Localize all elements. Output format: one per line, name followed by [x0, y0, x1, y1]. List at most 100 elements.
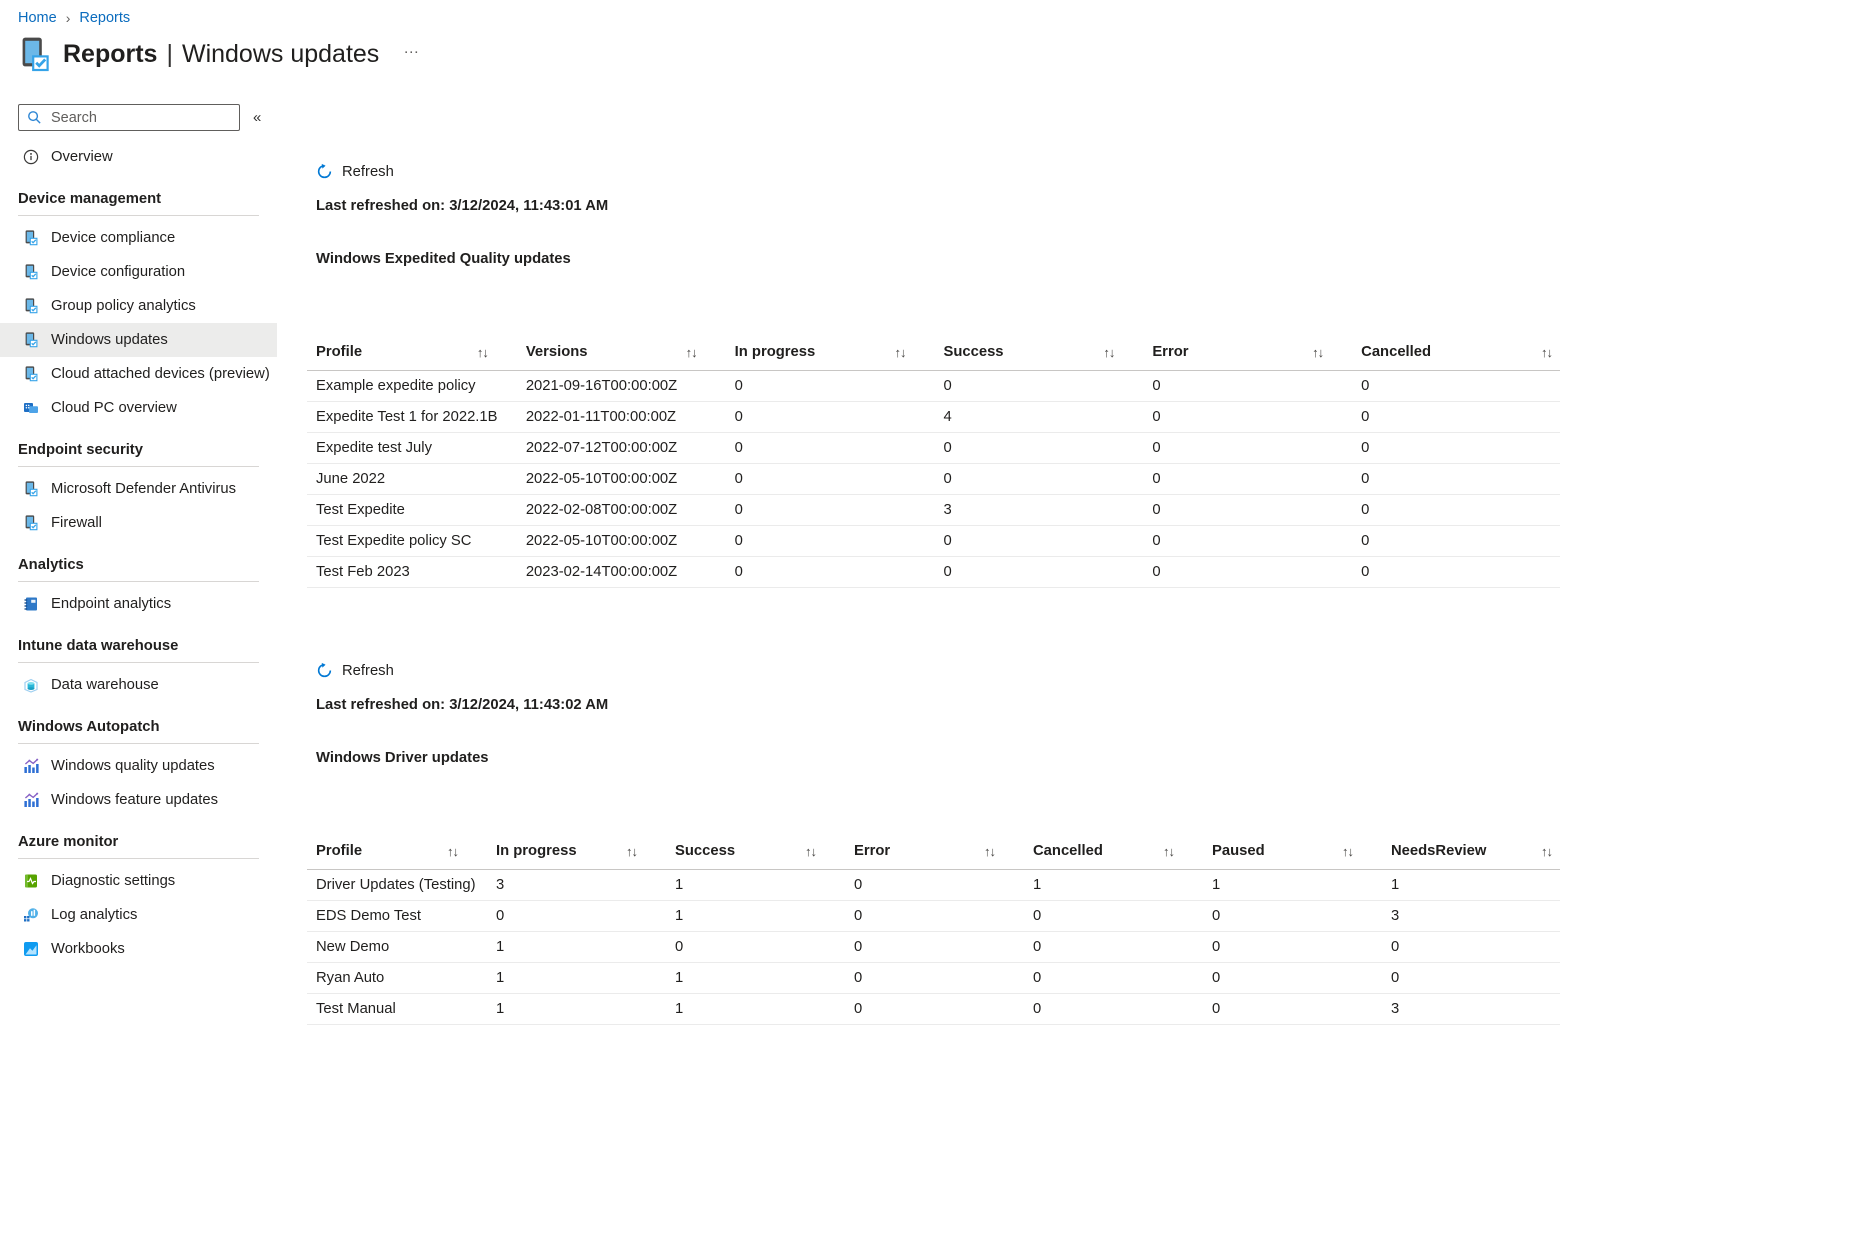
table-row: Example expedite policy2021-09-16T00:00:…	[307, 371, 1560, 402]
column-header-success[interactable]: Success↑↓	[665, 833, 844, 870]
sidebar-item-group-policy-analytics[interactable]: Group policy analytics	[0, 289, 277, 323]
sort-icon[interactable]: ↑↓	[686, 345, 697, 360]
search-input[interactable]	[49, 109, 240, 127]
table-title: Windows Driver updates	[316, 750, 1560, 766]
value-cell: 0	[1351, 402, 1560, 433]
last-refreshed-text: Last refreshed on: 3/12/2024, 11:43:02 A…	[316, 697, 1560, 713]
column-header-success[interactable]: Success ↑↓	[933, 334, 1142, 371]
value-cell: 0	[844, 932, 1023, 963]
column-header-label: NeedsReview	[1391, 843, 1486, 859]
column-header-profile[interactable]: Profile↑↓	[307, 833, 486, 870]
profile-cell: Driver Updates (Testing)	[307, 870, 486, 901]
profile-cell: New Demo	[307, 932, 486, 963]
sort-icon[interactable]: ↑↓	[1342, 844, 1353, 859]
column-header-cancelled[interactable]: Cancelled↑↓	[1023, 833, 1202, 870]
sidebar-item-windows-updates[interactable]: Windows updates	[0, 323, 277, 357]
sidebar-item-cloud-attached-devices-preview[interactable]: Cloud attached devices (preview)	[0, 357, 277, 391]
value-cell: 3	[1381, 994, 1560, 1025]
value-cell: 0	[1351, 433, 1560, 464]
value-cell: 0	[1351, 557, 1560, 588]
value-cell: 0	[844, 901, 1023, 932]
value-cell: 0	[725, 371, 934, 402]
value-cell: 2022-01-11T00:00:00Z	[516, 402, 725, 433]
column-header-label: Profile	[316, 344, 362, 360]
value-cell: 0	[1351, 464, 1560, 495]
sidebar-item-device-configuration[interactable]: Device configuration	[0, 255, 277, 289]
value-cell: 3	[486, 870, 665, 901]
refresh-button[interactable]: Refresh	[316, 163, 394, 180]
sidebar-item-windows-feature-updates[interactable]: Windows feature updates	[0, 783, 277, 817]
sort-icon[interactable]: ↑↓	[1312, 345, 1323, 360]
value-cell: 0	[1351, 495, 1560, 526]
sort-icon[interactable]: ↑↓	[1103, 345, 1114, 360]
table-row: Test Expedite2022-02-08T00:00:00Z0300	[307, 495, 1560, 526]
value-cell: 0	[1202, 932, 1381, 963]
table-row: June 20222022-05-10T00:00:00Z0000	[307, 464, 1560, 495]
column-header-in-progress[interactable]: In progress↑↓	[486, 833, 665, 870]
sidebar-item-diagnostic-settings[interactable]: Diagnostic settings	[0, 864, 277, 898]
column-header-needsreview[interactable]: NeedsReview ↑↓	[1381, 833, 1560, 870]
table-row: Expedite test July2022-07-12T00:00:00Z00…	[307, 433, 1560, 464]
value-cell: 0	[1142, 433, 1351, 464]
profile-cell: Test Expedite	[307, 495, 516, 526]
column-header-paused[interactable]: Paused ↑↓	[1202, 833, 1381, 870]
sort-icon[interactable]: ↑↓	[447, 844, 458, 859]
column-header-profile[interactable]: Profile ↑↓	[307, 334, 516, 371]
value-cell: 0	[1381, 963, 1560, 994]
sort-icon[interactable]: ↑↓	[984, 844, 995, 859]
sort-icon[interactable]: ↑↓	[477, 345, 488, 360]
table-row: Test Feb 20232023-02-14T00:00:00Z0000	[307, 557, 1560, 588]
column-header-cancelled[interactable]: Cancelled↑↓	[1351, 334, 1560, 371]
sidebar-search-row: «	[18, 104, 277, 131]
sidebar-item-overview[interactable]: Overview	[0, 140, 277, 174]
breadcrumb-link-reports[interactable]: Reports	[79, 10, 130, 26]
profile-cell: June 2022	[307, 464, 516, 495]
value-cell: 1	[665, 963, 844, 994]
refresh-button[interactable]: Refresh	[316, 662, 394, 679]
sidebar-item-workbooks[interactable]: Workbooks	[0, 932, 277, 966]
sidebar-item-microsoft-defender-antivirus[interactable]: Microsoft Defender Antivirus	[0, 472, 277, 506]
sort-icon[interactable]: ↑↓	[1541, 844, 1552, 859]
search-box[interactable]	[18, 104, 240, 131]
expedited-quality-updates-section: Refresh Last refreshed on: 3/12/2024, 11…	[307, 0, 1560, 588]
sort-icon[interactable]: ↑↓	[626, 844, 637, 859]
value-cell: 0	[933, 371, 1142, 402]
sort-icon[interactable]: ↑↓	[805, 844, 816, 859]
sidebar-item-device-compliance[interactable]: Device compliance	[0, 221, 277, 255]
value-cell: 0	[1351, 526, 1560, 557]
device-check-icon	[22, 230, 39, 247]
value-cell: 0	[1202, 994, 1381, 1025]
column-header-label: Paused	[1212, 843, 1265, 859]
device-check-icon	[22, 298, 39, 315]
column-header-label: Error	[1152, 344, 1188, 360]
sidebar-item-label: Endpoint analytics	[51, 596, 171, 612]
column-header-in-progress[interactable]: In progress↑↓	[725, 334, 934, 371]
value-cell: 0	[844, 870, 1023, 901]
sidebar-item-data-warehouse[interactable]: Data warehouse	[0, 668, 277, 702]
column-header-error[interactable]: Error↑↓	[844, 833, 1023, 870]
value-cell: 0	[1142, 464, 1351, 495]
value-cell: 0	[1381, 932, 1560, 963]
value-cell: 0	[933, 526, 1142, 557]
value-cell: 0	[1023, 994, 1202, 1025]
column-header-error[interactable]: Error ↑↓	[1142, 334, 1351, 371]
column-header-versions[interactable]: Versions↑↓	[516, 334, 725, 371]
sidebar-item-endpoint-analytics[interactable]: Endpoint analytics	[0, 587, 277, 621]
value-cell: 1	[486, 963, 665, 994]
sidebar-item-firewall[interactable]: Firewall	[0, 506, 277, 540]
sidebar-item-log-analytics[interactable]: Log analytics	[0, 898, 277, 932]
sort-icon[interactable]: ↑↓	[1163, 844, 1174, 859]
sort-icon[interactable]: ↑↓	[894, 345, 905, 360]
sort-icon[interactable]: ↑↓	[1541, 345, 1552, 360]
value-cell: 3	[1381, 901, 1560, 932]
collapse-sidebar-button[interactable]: «	[253, 109, 261, 126]
breadcrumb-link-home[interactable]: Home	[18, 10, 57, 26]
profile-cell: Ryan Auto	[307, 963, 486, 994]
sidebar-item-windows-quality-updates[interactable]: Windows quality updates	[0, 749, 277, 783]
value-cell: 0	[1142, 402, 1351, 433]
info-icon	[22, 149, 39, 166]
value-cell: 1	[486, 932, 665, 963]
sidebar-item-cloud-pc-overview[interactable]: Cloud PC overview	[0, 391, 277, 425]
column-header-label: Success	[943, 344, 1003, 360]
table-title: Windows Expedited Quality updates	[316, 251, 1560, 267]
